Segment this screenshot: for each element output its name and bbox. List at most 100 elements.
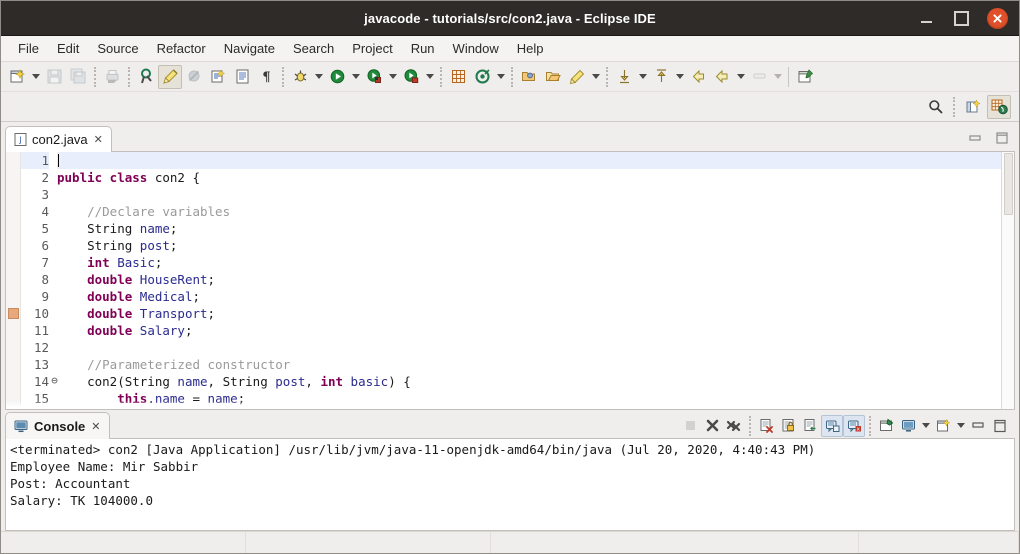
window-close-button[interactable] [987,7,1008,29]
open-perspective-button[interactable] [961,95,985,119]
console-maximize-button[interactable] [989,415,1011,437]
code-line[interactable]: String name; [57,220,1014,237]
java-perspective-button[interactable] [987,94,1011,119]
open-console-dropdown[interactable] [954,414,967,438]
new-wizard-button[interactable] [5,65,29,89]
print-button[interactable] [100,65,124,89]
code-line[interactable] [57,339,1014,356]
code-line[interactable]: double Medical; [57,288,1014,305]
editor-minimize-button[interactable] [968,132,983,150]
open-console-button[interactable] [932,415,954,437]
save-button[interactable] [42,65,66,89]
coverage-dropdown[interactable] [386,65,399,89]
menu-item-help[interactable]: Help [508,38,553,59]
editor-gutter-markers[interactable] [6,152,21,409]
menu-item-refactor[interactable]: Refactor [148,38,215,59]
quick-access-search-button[interactable] [923,95,947,119]
skip-breakpoints-button[interactable] [182,65,206,89]
back-button[interactable] [686,65,710,89]
console-minimize-button[interactable] [967,415,989,437]
toolbar-separator [128,66,130,87]
remove-launch-button[interactable] [701,415,723,437]
search-files-button[interactable] [541,65,565,89]
editor-maximize-button[interactable] [995,131,1009,150]
forward-button[interactable] [710,65,734,89]
console-tab-close-icon[interactable]: ✕ [91,420,100,433]
debug-button[interactable] [288,65,312,89]
menu-item-search[interactable]: Search [284,38,343,59]
open-task-button[interactable] [230,65,254,89]
external-tools-button[interactable] [399,65,423,89]
open-type-button[interactable] [470,65,494,89]
editor-scrollbar-thumb[interactable] [1004,153,1013,215]
code-line[interactable] [57,186,1014,203]
console-output[interactable]: <terminated> con2 [Java Application] /us… [5,439,1015,531]
save-all-button[interactable] [66,65,90,89]
run-dropdown[interactable] [349,65,362,89]
open-resource-button[interactable] [517,65,541,89]
console-toolbar-separator [749,415,751,436]
console-tab[interactable]: Console ✕ [5,412,110,439]
window-maximize-button[interactable] [952,9,971,28]
code-line[interactable]: String post; [57,237,1014,254]
menu-item-run[interactable]: Run [402,38,444,59]
menu-item-edit[interactable]: Edit [48,38,88,59]
code-line[interactable]: this.name = name; [57,390,1014,407]
word-wrap-button[interactable] [799,415,821,437]
clear-console-button[interactable] [755,415,777,437]
code-line[interactable]: double Transport; [57,305,1014,322]
previous-annotation-button[interactable] [649,65,673,89]
menu-item-file[interactable]: File [9,38,48,59]
code-line[interactable] [57,152,1014,169]
window-minimize-button[interactable] [917,9,936,28]
show-console-on-error-button[interactable]: x [843,414,865,437]
open-type-dropdown[interactable] [494,65,507,89]
editor-vertical-scrollbar[interactable] [1001,152,1014,409]
external-tools-dropdown[interactable] [423,65,436,89]
code-line[interactable]: //Parameterized constructor [57,356,1014,373]
scroll-lock-button[interactable] [777,415,799,437]
code-line[interactable]: int Basic; [57,254,1014,271]
code-line[interactable]: double HouseRent; [57,271,1014,288]
new-java-class-button[interactable] [206,65,230,89]
menu-item-window[interactable]: Window [444,38,508,59]
forward-dropdown[interactable] [734,65,747,89]
mark-occurrences-button[interactable] [158,64,182,89]
code-line[interactable]: //Declare variables [57,203,1014,220]
coverage-button[interactable] [362,65,386,89]
debug-dropdown[interactable] [312,65,325,89]
new-editor-button[interactable] [793,65,817,89]
console-tab-row: Console ✕ x [5,410,1015,439]
editor-body[interactable]: 1 2 3 4 5 6 7 8 9 10 11 12 13 14 ⊖ 15 public class con2… [5,152,1015,410]
remove-all-launches-button[interactable] [723,415,745,437]
editor-tab-con2-java[interactable]: J con2.java ✕ [5,126,112,152]
menu-item-navigate[interactable]: Navigate [215,38,284,59]
show-console-on-output-button[interactable] [821,414,843,437]
pin-editor-button[interactable] [747,65,771,89]
terminate-button[interactable] [679,415,701,437]
code-line[interactable]: double Salary; [57,322,1014,339]
occurrence-marker-icon[interactable] [8,308,19,319]
next-annotation-button[interactable] [612,65,636,89]
toggle-breadcrumb-button[interactable] [134,65,158,89]
previous-annotation-dropdown[interactable] [673,65,686,89]
code-line[interactable]: public class con2 { [57,169,1014,186]
pin-editor-dropdown[interactable] [771,65,784,89]
display-selected-console-dropdown[interactable] [919,414,932,438]
code-line[interactable]: con2(String name, String post, int basic… [57,373,1014,390]
pin-console-button[interactable] [875,415,897,437]
show-whitespace-button[interactable]: ¶ [254,65,278,89]
menu-item-project[interactable]: Project [343,38,401,59]
menu-item-source[interactable]: Source [88,38,147,59]
display-selected-console-button[interactable] [897,415,919,437]
last-edit-location-dropdown[interactable] [589,65,602,89]
next-annotation-dropdown[interactable] [636,65,649,89]
new-wizard-dropdown[interactable] [29,65,42,89]
last-edit-location-button[interactable] [565,65,589,89]
editor-code-area[interactable]: public class con2 { //Declare variables … [52,152,1014,409]
new-package-button[interactable] [446,65,470,89]
editor-tab-close-icon[interactable]: ✕ [93,133,104,146]
run-button[interactable] [325,65,349,89]
